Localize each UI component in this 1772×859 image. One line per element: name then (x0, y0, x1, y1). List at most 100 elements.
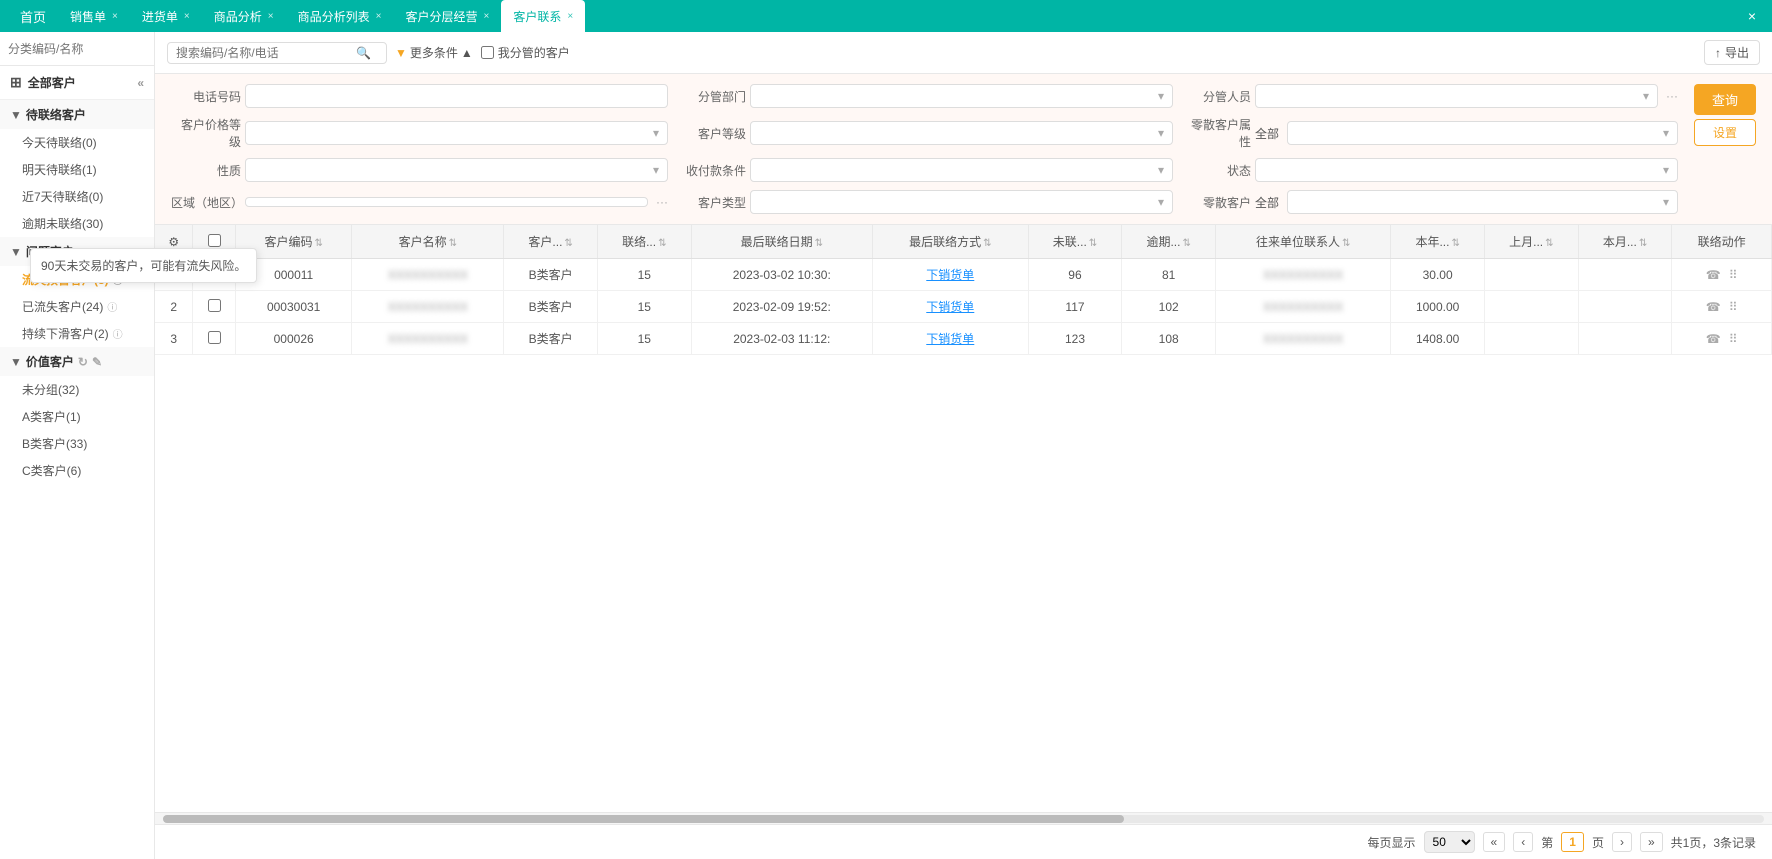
table-row: 2 00030031 XXXXXXXXXX B类客户 15 2023-02-09… (155, 291, 1772, 323)
nav-tab-purchase[interactable]: 进货单 × (130, 0, 202, 32)
close-tab-sales[interactable]: × (112, 11, 118, 22)
nav-tab-analysis-list[interactable]: 商品分析列表 × (286, 0, 394, 32)
filter-select-retail-customer[interactable]: ▾ (1287, 190, 1678, 214)
filter-label-dept: 分管部门 (676, 88, 746, 105)
filter-select-status[interactable]: ▾ (1255, 158, 1678, 182)
cell-checkbox[interactable] (193, 323, 235, 355)
col-no-contact[interactable]: 未联...⇅ (1028, 225, 1122, 259)
cell-last-method[interactable]: 下销货单 (872, 259, 1028, 291)
sidebar-group-pending[interactable]: ▼ 待联络客户 (0, 100, 154, 129)
sidebar-item-c-class[interactable]: C类客户(6) (0, 457, 154, 484)
contact-icon[interactable]: ☎ (1706, 268, 1721, 282)
sidebar-item-b-class[interactable]: B类客户(33) (0, 430, 154, 457)
close-tab-analysis[interactable]: × (268, 11, 274, 22)
col-last-date[interactable]: 最后联络日期⇅ (691, 225, 872, 259)
more-conditions-button[interactable]: ▼ 更多条件 ▲ (395, 44, 473, 61)
refresh-icon[interactable]: ↻ (78, 355, 88, 369)
col-type[interactable]: 客户...⇅ (504, 225, 598, 259)
more-dots-region[interactable]: ··· (656, 195, 668, 209)
filter-select-retail-attr[interactable]: ▾ (1287, 121, 1678, 145)
more-action-icon[interactable]: ⠿ (1729, 268, 1738, 282)
cell-last-date: 2023-02-03 11:12: (691, 323, 872, 355)
filter-select-customer-tier[interactable]: ▾ (750, 121, 1173, 145)
filter-select-dept[interactable]: ▾ (750, 84, 1173, 108)
sidebar-item-declining[interactable]: 持续下滑客户(2) ⓘ (0, 320, 154, 347)
filter-select-region[interactable] (245, 197, 648, 207)
cell-code: 000026 (235, 323, 352, 355)
sidebar-item-today-pending[interactable]: 今天待联络(0) (0, 129, 154, 156)
nav-tab-sales[interactable]: 销售单 × (58, 0, 130, 32)
col-last-method[interactable]: 最后联络方式⇅ (872, 225, 1028, 259)
col-this-year[interactable]: 本年...⇅ (1391, 225, 1485, 259)
arrow-icon-value: ▼ (10, 355, 22, 369)
export-button[interactable]: ↑ 导出 (1704, 40, 1760, 65)
row-checkbox-2[interactable] (208, 331, 221, 344)
cell-last-method[interactable]: 下销货单 (872, 323, 1028, 355)
search-icon-main[interactable]: 🔍 (356, 46, 371, 60)
sidebar-group-value[interactable]: ▼ 价值客户 ↻ ✎ (0, 347, 154, 376)
search-input[interactable] (176, 46, 356, 60)
nav-tab-analysis[interactable]: 商品分析 × (202, 0, 286, 32)
close-tab-purchase[interactable]: × (184, 11, 190, 22)
col-this-month[interactable]: 本月...⇅ (1578, 225, 1672, 259)
col-overdue[interactable]: 逾期...⇅ (1122, 225, 1216, 259)
sort-icon-method: ⇅ (983, 238, 991, 249)
per-page-label: 每页显示 (1368, 834, 1416, 851)
sidebar-item-churned[interactable]: 已流失客户(24) ⓘ (0, 293, 154, 320)
sort-icon-name: ⇅ (449, 238, 457, 249)
horizontal-scrollbar[interactable] (155, 812, 1772, 824)
close-all-button[interactable]: × (1740, 8, 1764, 24)
first-page-button[interactable]: « (1483, 832, 1506, 852)
sidebar-item-7day-pending[interactable]: 近7天待联络(0) (0, 183, 154, 210)
filter-input-phone[interactable] (245, 84, 668, 108)
more-action-icon[interactable]: ⠿ (1729, 332, 1738, 346)
sidebar-item-overdue-contact[interactable]: 逾期未联络(30) (0, 210, 154, 237)
search-bar: 🔍 ▼ 更多条件 ▲ 我分管的客户 ↑ 导出 (155, 32, 1772, 74)
filter-select-customer-type[interactable]: ▾ (750, 190, 1173, 214)
cell-last-method[interactable]: 下销货单 (872, 291, 1028, 323)
scroll-track[interactable] (163, 815, 1764, 823)
settings-button[interactable]: 设置 (1694, 119, 1756, 146)
filter-select-person[interactable]: ▾ (1255, 84, 1658, 108)
sort-icon-person: ⇅ (1342, 238, 1350, 249)
my-customers-toggle[interactable]: 我分管的客户 (481, 44, 570, 61)
sidebar-item-tomorrow-pending[interactable]: 明天待联络(1) (0, 156, 154, 183)
col-name[interactable]: 客户名称⇅ (352, 225, 504, 259)
col-contact-count[interactable]: 联络...⇅ (597, 225, 691, 259)
filter-select-payment[interactable]: ▾ (750, 158, 1173, 182)
filter-customer-type: 客户类型 ▾ (676, 190, 1173, 214)
filter-select-price-tier[interactable]: ▾ (245, 121, 668, 145)
col-last-month[interactable]: 上月...⇅ (1484, 225, 1578, 259)
more-action-icon[interactable]: ⠿ (1729, 300, 1738, 314)
sidebar-item-ungrouped[interactable]: 未分组(32) (0, 376, 154, 403)
select-all-checkbox[interactable] (208, 234, 221, 247)
contact-icon[interactable]: ☎ (1706, 300, 1721, 314)
close-tab-customer-tier[interactable]: × (483, 11, 489, 22)
sidebar-item-a-class[interactable]: A类客户(1) (0, 403, 154, 430)
query-button[interactable]: 查询 (1694, 84, 1756, 115)
nav-tab-customer-contact[interactable]: 客户联系 × (501, 0, 585, 32)
cell-checkbox[interactable] (193, 291, 235, 323)
contact-icon[interactable]: ☎ (1706, 332, 1721, 346)
filter-select-nature[interactable]: ▾ (245, 158, 668, 182)
nav-home[interactable]: 首页 (8, 7, 58, 26)
row-checkbox-1[interactable] (208, 299, 221, 312)
nav-tab-customer-tier[interactable]: 客户分层经营 × (393, 0, 501, 32)
my-customers-checkbox[interactable] (481, 46, 494, 59)
edit-icon[interactable]: ✎ (92, 355, 102, 369)
next-page-button[interactable]: › (1612, 832, 1632, 852)
last-page-button[interactable]: » (1640, 832, 1663, 852)
scroll-thumb[interactable] (163, 815, 1124, 823)
col-contact-person[interactable]: 往来单位联系人⇅ (1216, 225, 1391, 259)
close-tab-customer-contact[interactable]: × (567, 11, 573, 22)
sort-icon-year: ⇅ (1451, 238, 1459, 249)
per-page-select[interactable]: 50 100 200 (1424, 831, 1475, 853)
close-tab-analysis-list[interactable]: × (376, 11, 382, 22)
sidebar-search-input[interactable] (8, 42, 155, 56)
filter-btn-group: 查询 设置 (1694, 84, 1756, 146)
sidebar-all-customers[interactable]: ⊞ 全部客户 « (0, 66, 154, 100)
cell-rownum: 2 (155, 291, 193, 323)
filter-panel: 电话号码 分管部门 ▾ 分管人员 ▾ (155, 74, 1772, 225)
more-dots-person[interactable]: ··· (1666, 89, 1678, 103)
prev-page-button[interactable]: ‹ (1513, 832, 1533, 852)
